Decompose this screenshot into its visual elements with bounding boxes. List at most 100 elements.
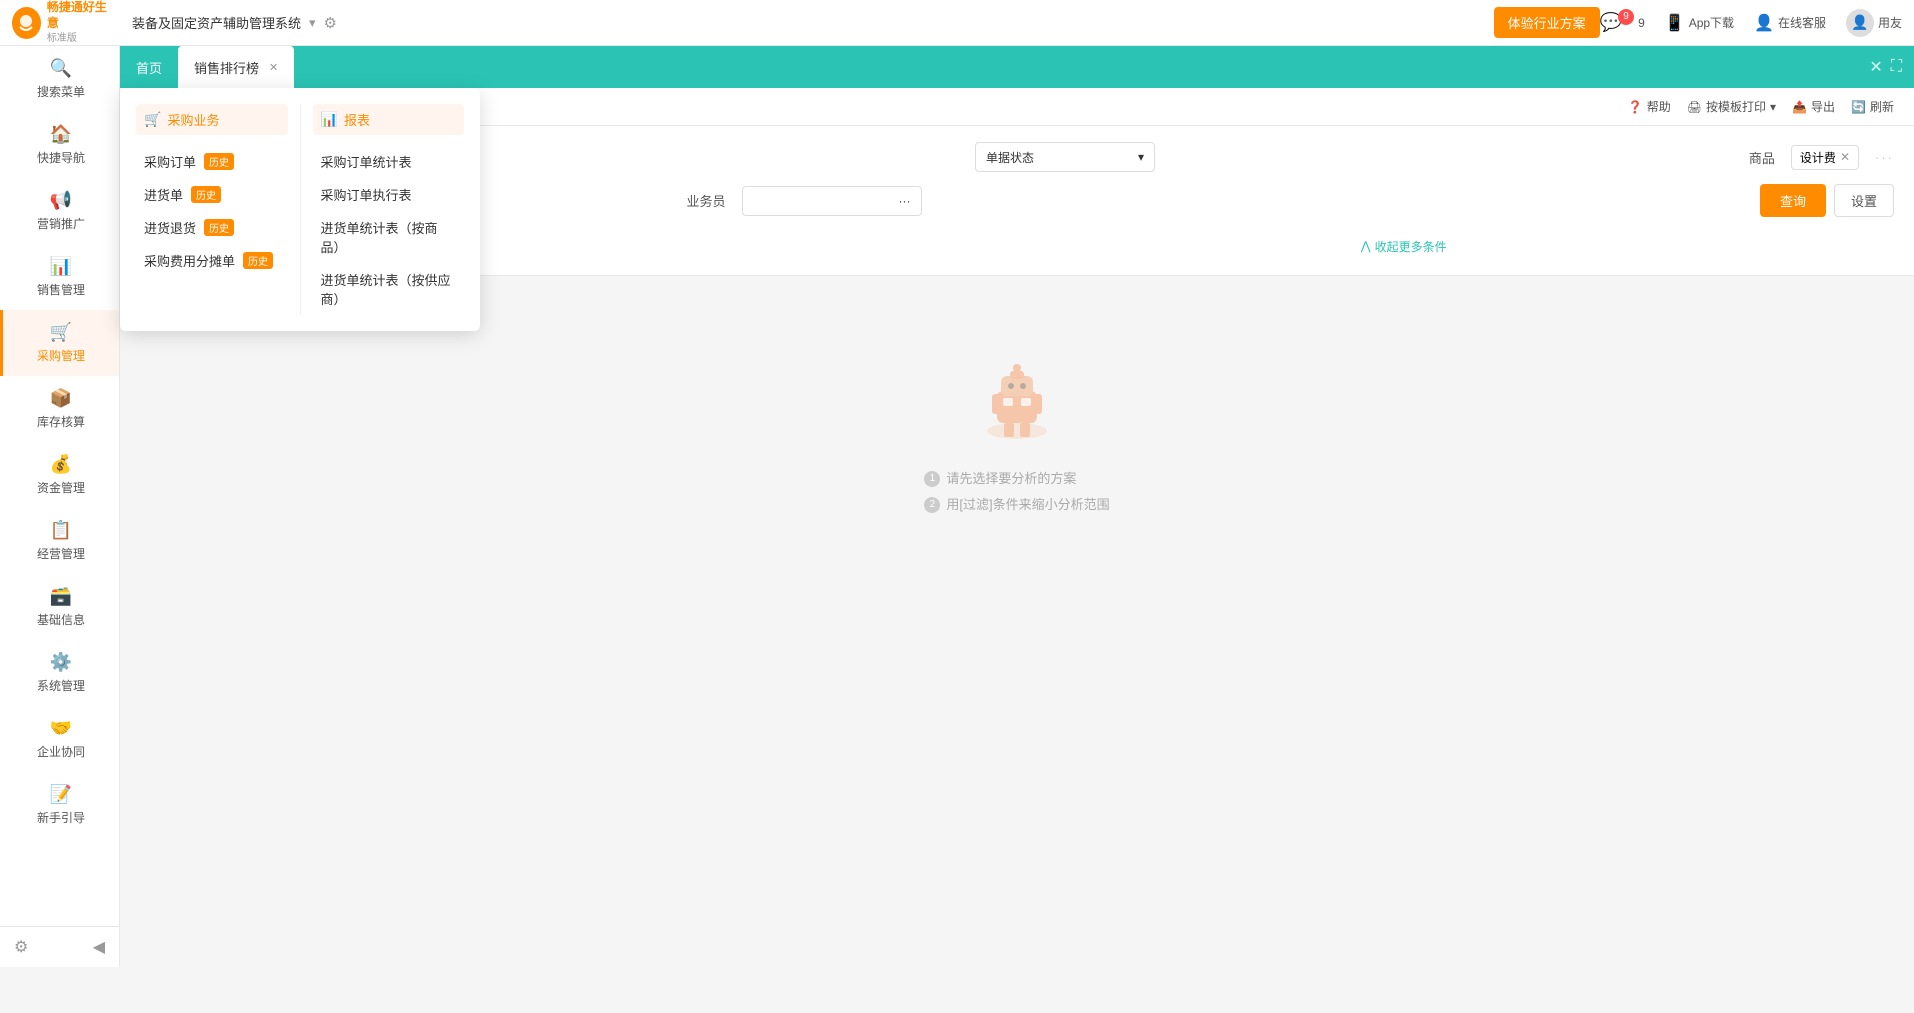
voucher-status-dropdown-icon: ▾	[1138, 150, 1144, 164]
sidebar-item-quick-nav-label: 快捷导航	[37, 149, 85, 166]
logo-icon	[12, 7, 41, 39]
tab-expand-icon[interactable]: ⛶	[1891, 58, 1902, 76]
goods-tag: 设计费 ✕	[1791, 145, 1859, 170]
dropdown-item-receipt-supplier[interactable]: 进货单统计表（按供应商）	[313, 263, 465, 315]
dropdown-item-po-exec[interactable]: 采购订单执行表	[313, 178, 465, 211]
filter-actions: 查询 设置	[1760, 184, 1894, 217]
system-dropdown-arrow[interactable]: ▾	[309, 15, 316, 31]
dropdown-item-goods-receipt[interactable]: 进货单 历史	[136, 178, 288, 211]
user-avatar: 👤	[1846, 9, 1874, 37]
user-item[interactable]: 👤 用友	[1846, 9, 1902, 37]
dropdown-item-purchase-expense[interactable]: 采购费用分摊单 历史	[136, 244, 288, 277]
po-stats-label: 采购订单统计表	[321, 152, 412, 171]
dropdown-purchase-col: 🛒 采购业务 采购订单 历史 进货单 历史 进货退货 历史 采购费用分摊单 历史	[136, 104, 288, 315]
help-action[interactable]: ❓ 帮助	[1628, 98, 1671, 115]
sidebar-item-inventory[interactable]: 📦 库存核算	[0, 376, 119, 442]
logo: 畅捷通好生意 标准版	[12, 0, 112, 44]
empty-tip-1: 1 请先选择要分析的方案	[924, 466, 1109, 492]
sidebar-item-finance-label: 资金管理	[37, 479, 85, 496]
print-label: 按模板打印	[1706, 98, 1766, 115]
tab-close-all-icon[interactable]: ✕	[1869, 57, 1882, 77]
receipt-goods-label: 进货单统计表（按商品）	[321, 218, 457, 256]
sidebar-settings-icon[interactable]: ⚙	[14, 937, 28, 957]
notification-item[interactable]: 💬 9 9	[1600, 12, 1645, 33]
topbar-right: 💬 9 9 📱 App下载 👤 在线客服 👤 用友	[1600, 9, 1902, 37]
sidebar-item-sales-label: 销售管理	[37, 281, 85, 298]
refresh-label: 刷新	[1870, 98, 1894, 115]
export-action[interactable]: 📤 导出	[1792, 98, 1835, 115]
sidebar-item-basic[interactable]: 🗃️ 基础信息	[0, 574, 119, 640]
po-exec-label: 采购订单执行表	[321, 185, 412, 204]
tab-home[interactable]: 首页	[120, 46, 178, 88]
empty-tip-2: 2 用[过滤]条件来缩小分析范围	[924, 492, 1109, 518]
collapse-text: 收起更多条件	[1375, 238, 1447, 255]
sidebar-collapse-icon[interactable]: ◀	[93, 937, 105, 957]
industry-btn[interactable]: 体验行业方案	[1494, 7, 1600, 38]
finance-icon: 💰	[50, 454, 72, 475]
sidebar-item-marketing[interactable]: 📢 营销推广	[0, 178, 119, 244]
dropdown-report-title: 报表	[344, 110, 370, 129]
dropdown-item-po-stats[interactable]: 采购订单统计表	[313, 145, 465, 178]
setting-btn[interactable]: 设置	[1834, 184, 1894, 217]
goods-return-label: 进货退货	[144, 218, 196, 237]
voucher-status-select[interactable]: 单据状态 ▾	[975, 142, 1155, 172]
sidebar-item-system[interactable]: ⚙️ 系统管理	[0, 640, 119, 706]
system-icon: ⚙️	[50, 652, 72, 673]
sidebar-item-operation-label: 经营管理	[37, 545, 85, 562]
dropdown-purchase-header: 🛒 采购业务	[136, 104, 288, 135]
phone-icon: 📱	[1665, 13, 1685, 33]
sidebar-item-guide[interactable]: 📝 新手引导	[0, 772, 119, 838]
purchase-dropdown-menu: 🛒 采购业务 采购订单 历史 进货单 历史 进货退货 历史 采购费用分摊单 历史	[120, 88, 480, 331]
voucher-status-label: 单据状态	[986, 149, 1034, 166]
dropdown-item-goods-return[interactable]: 进货退货 历史	[136, 211, 288, 244]
sidebar-item-search[interactable]: 🔍 搜索菜单	[0, 46, 119, 112]
sidebar-item-finance[interactable]: 💰 资金管理	[0, 442, 119, 508]
enterprise-icon: 🤝	[50, 718, 72, 739]
topbar: 畅捷通好生意 标准版 装备及固定资产辅助管理系统 ▾ ⚙ 体验行业方案 💬 9 …	[0, 0, 1914, 46]
sidebar-item-purchase[interactable]: 🛒 采购管理	[0, 310, 119, 376]
sidebar-item-enterprise[interactable]: 🤝 企业协同	[0, 706, 119, 772]
goods-tag-close[interactable]: ✕	[1840, 150, 1850, 164]
tab-close-icon[interactable]: ✕	[269, 61, 278, 74]
logo-text: 畅捷通好生意 标准版	[47, 0, 112, 44]
print-icon: 🖨	[1687, 100, 1702, 114]
refresh-action[interactable]: 🔄 刷新	[1851, 98, 1894, 115]
app-download-item[interactable]: 📱 App下载	[1665, 13, 1734, 33]
print-action[interactable]: 🖨 按模板打印 ▾	[1687, 98, 1776, 115]
sidebar-item-operation[interactable]: 📋 经营管理	[0, 508, 119, 574]
purchase-order-label: 采购订单	[144, 152, 196, 171]
service-icon: 👤	[1754, 13, 1774, 33]
export-label: 导出	[1811, 98, 1835, 115]
tab-bar-actions: ✕ ⛶	[1869, 57, 1914, 77]
purchase-col-icon: 🛒	[144, 111, 161, 128]
refresh-icon: 🔄	[1851, 100, 1866, 114]
tab-sales-rank[interactable]: 销售排行榜 ✕	[178, 46, 294, 88]
guide-icon: 📝	[50, 784, 72, 805]
dropdown-item-purchase-order[interactable]: 采购订单 历史	[136, 145, 288, 178]
system-settings-icon[interactable]: ⚙	[324, 14, 337, 32]
sidebar-bottom: ⚙ ◀	[0, 926, 119, 967]
purchase-order-history-badge: 历史	[204, 153, 234, 170]
empty-tips: 1 请先选择要分析的方案 2 用[过滤]条件来缩小分析范围	[924, 466, 1109, 518]
dropdown-item-receipt-goods[interactable]: 进货单统计表（按商品）	[313, 211, 465, 263]
message-label: 9	[1638, 16, 1645, 30]
search-icon: 🔍	[50, 58, 72, 79]
export-icon: 📤	[1792, 100, 1807, 114]
salesman-more-dots[interactable]: ···	[899, 194, 911, 208]
sidebar-item-quick-nav[interactable]: 🏠 快捷导航	[0, 112, 119, 178]
goods-more-dots[interactable]: ···	[1875, 150, 1894, 165]
print-dropdown-icon[interactable]: ▾	[1770, 100, 1776, 114]
basic-icon: 🗃️	[50, 586, 72, 607]
online-service-item[interactable]: 👤 在线客服	[1754, 13, 1826, 33]
sidebar-item-inventory-label: 库存核算	[37, 413, 85, 430]
sidebar-item-marketing-label: 营销推广	[37, 215, 85, 232]
query-btn[interactable]: 查询	[1760, 184, 1826, 217]
collapse-more-btn[interactable]: ⋀ 收起更多条件	[1361, 238, 1447, 255]
salesman-select[interactable]: ···	[742, 186, 922, 216]
dropdown-report-col: 📊 报表 采购订单统计表 采购订单执行表 进货单统计表（按商品） 进货单统计表（…	[313, 104, 465, 315]
sidebar-item-enterprise-label: 企业协同	[37, 743, 85, 760]
operation-icon: 📋	[50, 520, 72, 541]
sidebar-item-search-label: 搜索菜单	[37, 83, 85, 100]
dropdown-purchase-title: 采购业务	[167, 110, 219, 129]
sidebar-item-sales[interactable]: 📊 销售管理	[0, 244, 119, 310]
